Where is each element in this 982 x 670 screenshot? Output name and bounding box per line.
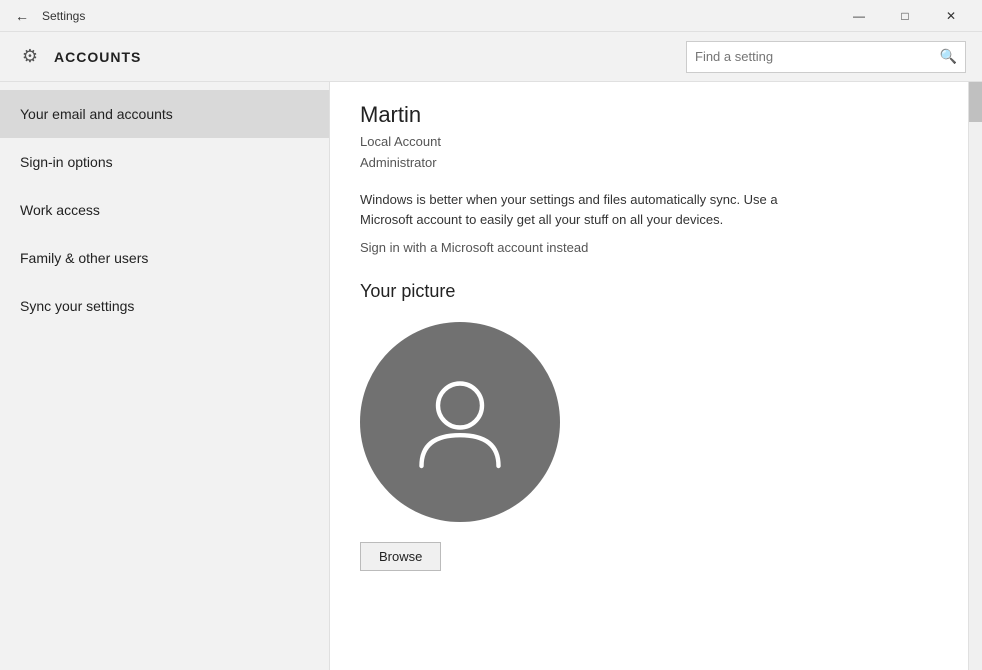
close-icon: ✕ [946,9,956,23]
minimize-icon: — [853,9,865,23]
sidebar-item-sync[interactable]: Sync your settings [0,282,329,330]
picture-section-title: Your picture [360,281,938,302]
maximize-button[interactable]: □ [882,0,928,32]
sidebar-item-label: Your email and accounts [20,106,173,122]
search-box[interactable]: 🔍 [686,41,966,73]
content-area: Martin Local Account Administrator Windo… [330,82,968,670]
app-title: ACCOUNTS [54,49,686,65]
title-bar: ← Settings — □ ✕ [0,0,982,32]
window-controls: — □ ✕ [836,0,974,32]
avatar [360,322,560,522]
profile-name: Martin [360,102,938,128]
maximize-icon: □ [901,9,908,23]
account-role: Administrator [360,153,938,174]
sidebar-item-label: Sync your settings [20,298,134,314]
search-icon: 🔍 [940,48,957,65]
app-header: ⚙ ACCOUNTS 🔍 [0,32,982,82]
search-input[interactable] [695,49,940,64]
back-button[interactable]: ← [8,2,36,30]
sidebar-item-work-access[interactable]: Work access [0,186,329,234]
scrollbar-thumb[interactable] [969,82,982,122]
sidebar: Your email and accounts Sign-in options … [0,82,330,670]
back-icon: ← [15,8,29,24]
sidebar-item-family[interactable]: Family & other users [0,234,329,282]
sidebar-item-label: Sign-in options [20,154,113,170]
sign-in-link[interactable]: Sign in with a Microsoft account instead [360,240,588,255]
main-layout: Your email and accounts Sign-in options … [0,82,982,670]
minimize-button[interactable]: — [836,0,882,32]
gear-icon: ⚙ [16,43,44,71]
sync-message: Windows is better when your settings and… [360,190,820,232]
sidebar-item-email-accounts[interactable]: Your email and accounts [0,90,329,138]
sidebar-item-label: Family & other users [20,250,148,266]
avatar-svg [405,367,515,477]
sidebar-item-label: Work access [20,202,100,218]
scrollbar[interactable] [968,82,982,670]
window-title: Settings [42,9,836,23]
browse-button[interactable]: Browse [360,542,441,571]
account-type: Local Account [360,132,938,153]
sidebar-item-sign-in[interactable]: Sign-in options [0,138,329,186]
close-button[interactable]: ✕ [928,0,974,32]
